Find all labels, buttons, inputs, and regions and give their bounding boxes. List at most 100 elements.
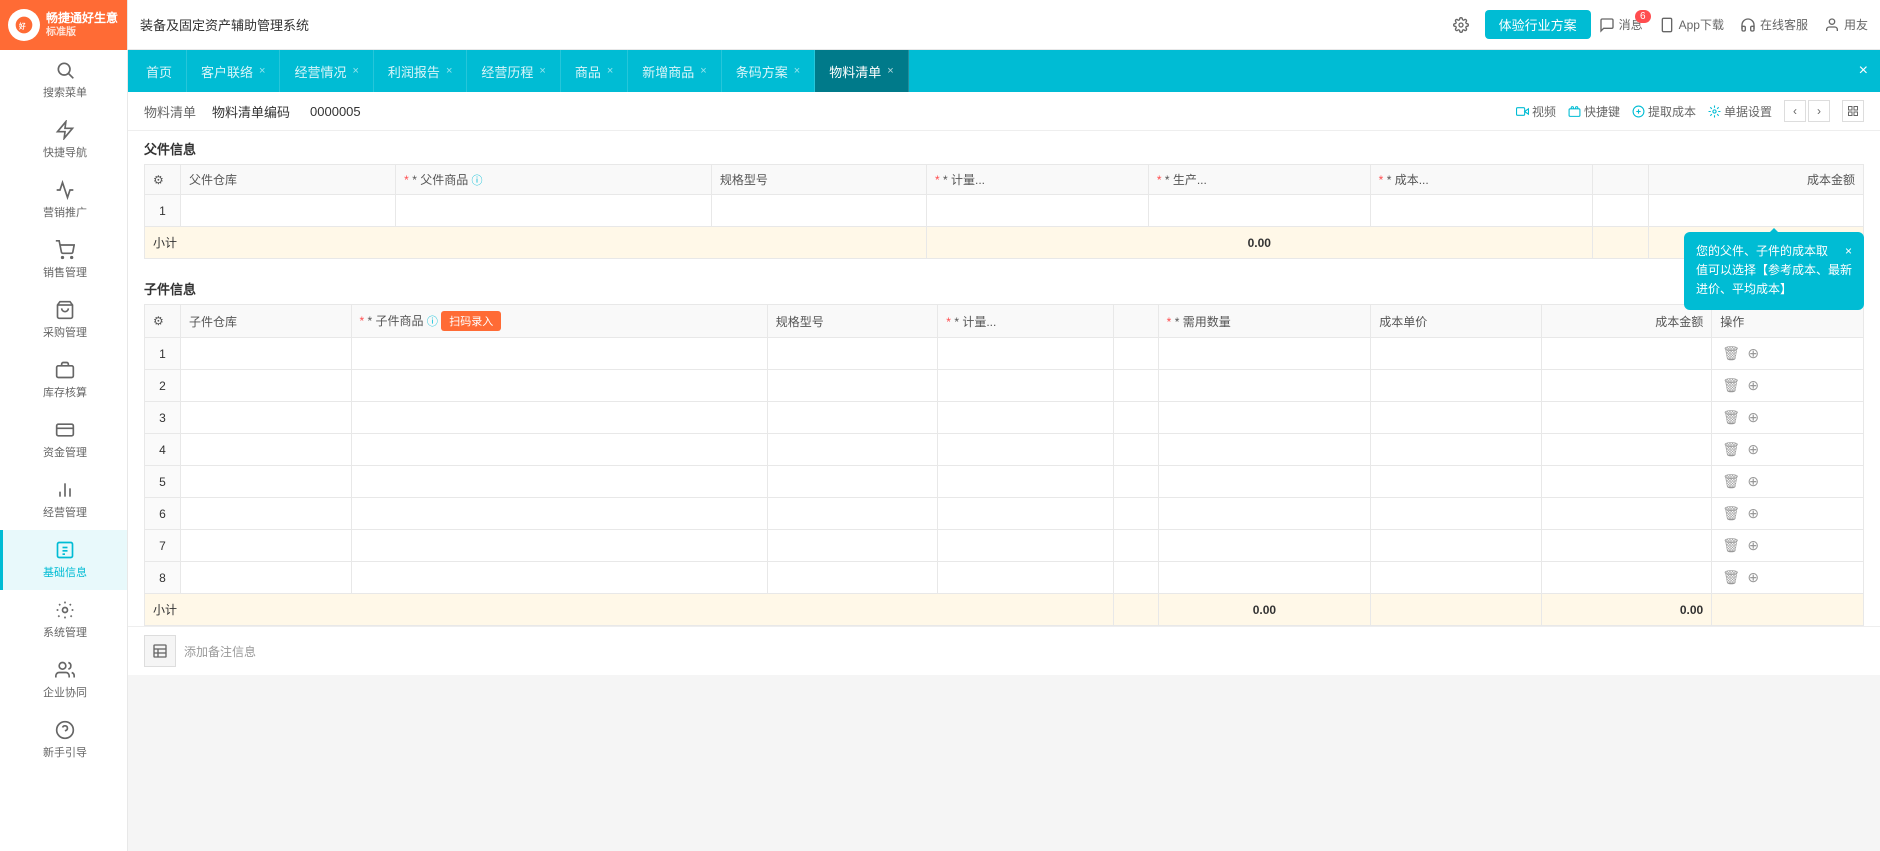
tool-shortcut[interactable]: 快捷键 [1568, 103, 1620, 120]
close-barcode-tab[interactable]: × [794, 65, 800, 77]
copy-row-6-btn[interactable]: ⊕ [1747, 505, 1759, 521]
close-bom-list-tab[interactable]: × [887, 65, 893, 77]
tab-operation-status[interactable]: 经营情况 × [280, 50, 373, 92]
parent-row-warehouse[interactable] [181, 195, 396, 227]
bottom-icon-btn[interactable] [144, 635, 176, 667]
breadcrumb-parent[interactable]: 物料清单 [144, 102, 196, 121]
parent-row-spec[interactable] [711, 195, 926, 227]
message-action[interactable]: 消息 6 [1599, 16, 1643, 33]
sidebar-item-inventory[interactable]: 库存核算 [0, 350, 127, 410]
sidebar-item-marketing[interactable]: 营销推广 [0, 170, 127, 230]
tab-profit-report[interactable]: 利润报告 × [374, 50, 467, 92]
parent-col-warehouse: 父件仓库 [181, 165, 396, 195]
close-operation-status-tab[interactable]: × [352, 65, 358, 77]
child-table-row[interactable]: 5 🗑 ⊕ [145, 466, 1864, 498]
copy-row-5-btn[interactable]: ⊕ [1747, 473, 1759, 489]
next-record-btn[interactable]: › [1808, 100, 1830, 122]
parent-goods-info-icon[interactable]: ⓘ [472, 175, 483, 187]
copy-row-7-btn[interactable]: ⊕ [1747, 537, 1759, 553]
child-table-row[interactable]: 4 🗑 ⊕ [145, 434, 1864, 466]
sidebar-item-guide[interactable]: 新手引导 [0, 710, 127, 770]
sidebar-item-purchase[interactable]: 采购管理 [0, 290, 127, 350]
parent-table-row[interactable]: 1 [145, 195, 1864, 227]
parent-table: ⚙ 父件仓库 * * 父件商品 ⓘ 规格型号 * * 计量... * * 生产.… [144, 164, 1864, 259]
close-goods-tab[interactable]: × [607, 65, 613, 77]
online-service-action[interactable]: 在线客服 [1740, 16, 1808, 33]
close-customer-tab[interactable]: × [259, 65, 265, 77]
child-row-warehouse-1[interactable] [181, 338, 352, 370]
tab-add-goods[interactable]: 新增商品 × [628, 50, 721, 92]
child-row-unit-cost-1[interactable] [1371, 338, 1542, 370]
prev-record-btn[interactable]: ‹ [1784, 100, 1806, 122]
delete-row-5-btn[interactable]: 🗑 [1722, 473, 1740, 489]
sidebar-item-quick-nav[interactable]: 快捷导航 [0, 110, 127, 170]
grid-view-btn[interactable] [1842, 100, 1864, 122]
sidebar-item-finance[interactable]: 资金管理 [0, 410, 127, 470]
sidebar-item-system[interactable]: 系统管理 [0, 590, 127, 650]
parent-row-produce[interactable] [1148, 195, 1370, 227]
delete-row-8-btn[interactable]: 🗑 [1722, 569, 1740, 585]
tab-biz-history[interactable]: 经营历程 × [467, 50, 560, 92]
child-row-unit-1[interactable] [938, 338, 1114, 370]
parent-col-gear[interactable]: ⚙ [145, 165, 181, 195]
child-table-row[interactable]: 6 🗑 ⊕ [145, 498, 1864, 530]
breadcrumb: 物料清单 物料清单编码 0000005 [144, 102, 361, 121]
setting-icon [1708, 105, 1721, 118]
child-table-row[interactable]: 2 🗑 ⊕ [145, 370, 1864, 402]
message-icon [1599, 17, 1615, 33]
copy-row-1-btn[interactable]: ⊕ [1747, 345, 1759, 361]
tab-barcode[interactable]: 条码方案 × [722, 50, 815, 92]
tool-single-setting[interactable]: 单据设置 [1708, 103, 1772, 120]
parent-row-goods[interactable] [396, 195, 712, 227]
delete-row-6-btn[interactable]: 🗑 [1722, 505, 1740, 521]
tab-customer[interactable]: 客户联络 × [187, 50, 280, 92]
parent-row-cost[interactable] [1370, 195, 1592, 227]
parent-row-unit[interactable] [926, 195, 1148, 227]
scan-btn[interactable]: 扫码录入 [441, 311, 501, 331]
gear-icon[interactable] [1453, 17, 1469, 33]
page-header: 物料清单 物料清单编码 0000005 视频 快捷键 [128, 92, 1880, 131]
close-add-goods-tab[interactable]: × [700, 65, 706, 77]
tab-home[interactable]: 首页 [132, 50, 187, 92]
delete-row-7-btn[interactable]: 🗑 [1722, 537, 1740, 553]
child-table-row[interactable]: 7 🗑 ⊕ [145, 530, 1864, 562]
delete-row-1-btn[interactable]: 🗑 [1722, 345, 1740, 361]
child-goods-info-icon[interactable]: ⓘ [427, 316, 438, 328]
user-action[interactable]: 用友 [1824, 16, 1868, 33]
close-all-tabs[interactable]: × [1851, 62, 1876, 80]
delete-row-2-btn[interactable]: 🗑 [1722, 377, 1740, 393]
child-table-row[interactable]: 3 🗑 ⊕ [145, 402, 1864, 434]
topbar: 装备及固定资产辅助管理系统 体验行业方案 消息 6 App下载 在线客服 用友 [128, 0, 1880, 50]
app-download-action[interactable]: App下载 [1659, 16, 1724, 33]
tool-view[interactable]: 视频 [1516, 103, 1556, 120]
child-row-goods-1[interactable] [351, 338, 767, 370]
delete-row-3-btn[interactable]: 🗑 [1722, 409, 1740, 425]
tab-bom-list[interactable]: 物料清单 × [815, 50, 908, 92]
grid-icon [1847, 105, 1859, 117]
child-table-row[interactable]: 1 🗑 ⊕ [145, 338, 1864, 370]
logo-icon: 好 [8, 9, 40, 41]
child-row-spec-1[interactable] [767, 338, 938, 370]
child-col-gear[interactable]: ⚙ [145, 305, 181, 338]
close-biz-history-tab[interactable]: × [539, 65, 545, 77]
tool-cost[interactable]: 提取成本 [1632, 103, 1696, 120]
copy-row-8-btn[interactable]: ⊕ [1747, 569, 1759, 585]
child-row-qty-1[interactable] [1158, 338, 1371, 370]
delete-row-4-btn[interactable]: 🗑 [1722, 441, 1740, 457]
app-name: 畅捷通好生意 标准版 [46, 11, 118, 40]
copy-row-4-btn[interactable]: ⊕ [1747, 441, 1759, 457]
sidebar-item-basic-info[interactable]: 基础信息 [0, 530, 127, 590]
child-table-row[interactable]: 8 🗑 ⊕ [145, 562, 1864, 594]
tooltip-close-btn[interactable]: × [1845, 242, 1852, 261]
child-section: 子件信息 ⚙ 子件仓库 * * 子件商品 ⓘ 扫码录入 规格型号 [128, 271, 1880, 626]
child-row-extra-1 [1114, 338, 1159, 370]
sidebar-item-search[interactable]: 搜索菜单 [0, 50, 127, 110]
copy-row-3-btn[interactable]: ⊕ [1747, 409, 1759, 425]
sidebar-item-operation[interactable]: 经营管理 [0, 470, 127, 530]
trial-btn[interactable]: 体验行业方案 [1485, 10, 1591, 39]
sidebar-item-sales[interactable]: 销售管理 [0, 230, 127, 290]
tab-goods[interactable]: 商品 × [561, 50, 628, 92]
copy-row-2-btn[interactable]: ⊕ [1747, 377, 1759, 393]
sidebar-item-enterprise[interactable]: 企业协同 [0, 650, 127, 710]
close-profit-report-tab[interactable]: × [446, 65, 452, 77]
